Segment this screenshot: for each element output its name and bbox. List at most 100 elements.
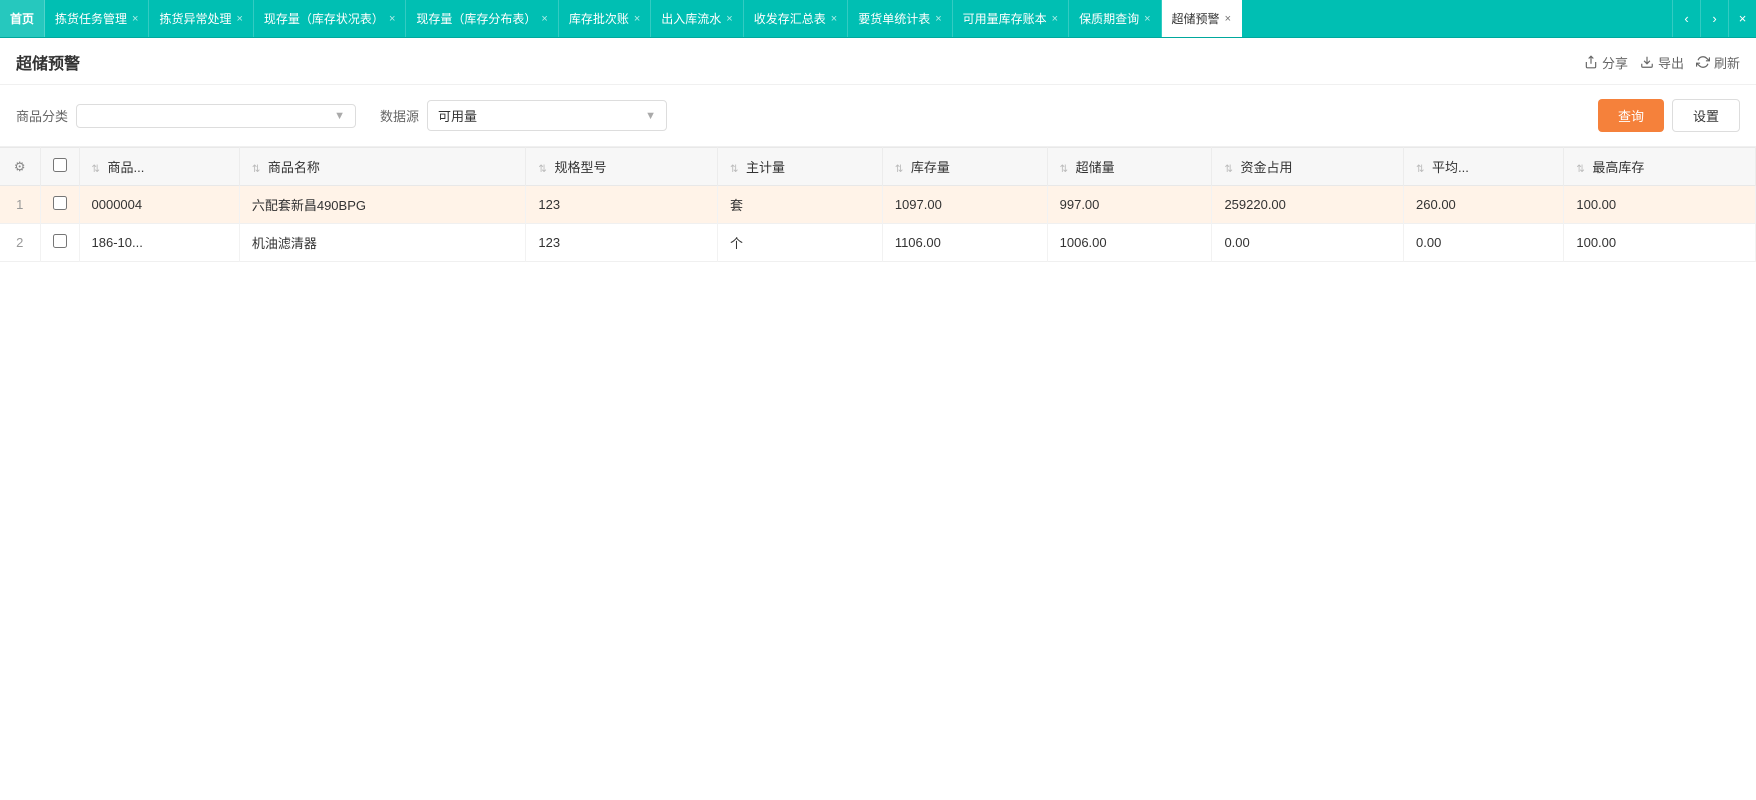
- row-num: 1: [0, 186, 40, 224]
- datasource-select[interactable]: 可用量 ▼: [427, 100, 667, 131]
- datasource-dropdown-icon: ▼: [645, 110, 656, 122]
- nav-tab-7[interactable]: 要货单统计表 ×: [848, 0, 952, 38]
- row-product-name: 六配套新昌490BPG: [239, 186, 526, 224]
- row-checkbox[interactable]: [53, 234, 67, 248]
- nav-tab-5[interactable]: 出入库流水 ×: [651, 0, 743, 38]
- nav-tab-2-close[interactable]: ×: [389, 13, 395, 25]
- select-all-checkbox[interactable]: [53, 158, 67, 172]
- nav-tab-10-close[interactable]: ×: [1225, 13, 1231, 25]
- nav-tab-6[interactable]: 收发存汇总表 ×: [744, 0, 848, 38]
- share-label: 分享: [1602, 53, 1628, 72]
- row-unit: 个: [718, 224, 883, 262]
- export-label: 导出: [1658, 53, 1684, 72]
- nav-tab-3[interactable]: 现存量（库存分布表） ×: [406, 0, 558, 38]
- nav-tab-2-label: 现存量（库存状况表）: [264, 10, 384, 27]
- th-stock[interactable]: ⇅ 库存量: [882, 148, 1047, 186]
- category-filter-group: 商品分类 ▼: [16, 104, 356, 128]
- nav-tab-10[interactable]: 超储预警 ×: [1162, 0, 1242, 38]
- category-label: 商品分类: [16, 106, 68, 125]
- nav-tab-3-close[interactable]: ×: [541, 13, 547, 25]
- sort-icon-code: ⇅: [92, 164, 100, 175]
- col-label-max: 最高库存: [1592, 160, 1644, 175]
- header-actions: 分享 导出 刷新: [1584, 53, 1740, 72]
- nav-tab-8[interactable]: 可用量库存账本 ×: [953, 0, 1069, 38]
- col-label-stock: 库存量: [911, 160, 950, 175]
- th-max-stock[interactable]: ⇅ 最高库存: [1564, 148, 1756, 186]
- nav-close-btn[interactable]: ×: [1728, 0, 1756, 38]
- nav-tab-6-label: 收发存汇总表: [754, 10, 826, 27]
- data-table: ⚙ ⇅ 商品... ⇅ 商品名称 ⇅ 规格型号: [0, 147, 1756, 262]
- nav-right-arrow[interactable]: ›: [1700, 0, 1728, 38]
- nav-tab-0[interactable]: 拣货任务管理 ×: [45, 0, 149, 38]
- col-label-unit: 主计量: [746, 160, 785, 175]
- table-container: ⚙ ⇅ 商品... ⇅ 商品名称 ⇅ 规格型号: [0, 147, 1756, 262]
- table-body: 1 0000004 六配套新昌490BPG 123 套 1097.00 997.…: [0, 186, 1756, 262]
- gear-icon[interactable]: ⚙: [14, 159, 26, 174]
- sort-icon-capital: ⇅: [1224, 164, 1232, 175]
- nav-tab-9-close[interactable]: ×: [1144, 13, 1150, 25]
- row-capital: 259220.00: [1212, 186, 1404, 224]
- th-product-code[interactable]: ⇅ 商品...: [79, 148, 239, 186]
- table-row: 2 186-10... 机油滤清器 123 个 1106.00 1006.00 …: [0, 224, 1756, 262]
- col-label-overflow: 超储量: [1076, 160, 1115, 175]
- filter-row: 商品分类 ▼ 数据源 可用量 ▼ 查询 设置: [0, 85, 1756, 147]
- row-max-stock: 100.00: [1564, 186, 1756, 224]
- query-button[interactable]: 查询: [1598, 99, 1664, 132]
- row-checkbox[interactable]: [53, 196, 67, 210]
- datasource-value: 可用量: [438, 106, 477, 125]
- settings-button[interactable]: 设置: [1672, 99, 1740, 132]
- th-capital[interactable]: ⇅ 资金占用: [1212, 148, 1404, 186]
- nav-tab-2[interactable]: 现存量（库存状况表） ×: [254, 0, 406, 38]
- refresh-label: 刷新: [1714, 53, 1740, 72]
- row-num: 2: [0, 224, 40, 262]
- th-unit[interactable]: ⇅ 主计量: [718, 148, 883, 186]
- sort-icon-overflow: ⇅: [1060, 164, 1068, 175]
- row-stock: 1097.00: [882, 186, 1047, 224]
- row-max-stock: 100.00: [1564, 224, 1756, 262]
- th-spec[interactable]: ⇅ 规格型号: [526, 148, 718, 186]
- col-label-spec: 规格型号: [554, 160, 606, 175]
- col-label-code: 商品...: [108, 160, 145, 175]
- th-avg[interactable]: ⇅ 平均...: [1404, 148, 1564, 186]
- share-button[interactable]: 分享: [1584, 53, 1628, 72]
- nav-tab-6-close[interactable]: ×: [831, 13, 837, 25]
- sort-icon-spec: ⇅: [538, 164, 546, 175]
- home-label: 首页: [10, 10, 34, 27]
- sort-icon-max: ⇅: [1576, 164, 1584, 175]
- th-product-name[interactable]: ⇅ 商品名称: [239, 148, 526, 186]
- row-stock: 1106.00: [882, 224, 1047, 262]
- row-checkbox-cell: [40, 224, 79, 262]
- nav-tab-7-close[interactable]: ×: [935, 13, 941, 25]
- nav-tab-5-close[interactable]: ×: [726, 13, 732, 25]
- nav-tab-9-label: 保质期查询: [1079, 10, 1139, 27]
- row-overflow: 997.00: [1047, 186, 1212, 224]
- col-label-capital: 资金占用: [1240, 160, 1292, 175]
- nav-tab-1[interactable]: 拣货异常处理 ×: [149, 0, 253, 38]
- export-icon: [1640, 55, 1654, 69]
- row-spec: 123: [526, 186, 718, 224]
- row-product-name: 机油滤清器: [239, 224, 526, 262]
- nav-arrows: ‹ › ×: [1672, 0, 1756, 38]
- nav-tab-9[interactable]: 保质期查询 ×: [1069, 0, 1161, 38]
- nav-tab-0-close[interactable]: ×: [132, 13, 138, 25]
- export-button[interactable]: 导出: [1640, 53, 1684, 72]
- category-select[interactable]: ▼: [76, 104, 356, 128]
- nav-tab-1-close[interactable]: ×: [236, 13, 242, 25]
- nav-tab-4[interactable]: 库存批次账 ×: [559, 0, 651, 38]
- refresh-button[interactable]: 刷新: [1696, 53, 1740, 72]
- row-avg: 260.00: [1404, 186, 1564, 224]
- row-unit: 套: [718, 186, 883, 224]
- col-label-name: 商品名称: [268, 160, 320, 175]
- nav-tab-10-label: 超储预警: [1172, 10, 1220, 27]
- row-spec: 123: [526, 224, 718, 262]
- row-checkbox-cell: [40, 186, 79, 224]
- nav-left-arrow[interactable]: ‹: [1672, 0, 1700, 38]
- th-overflow[interactable]: ⇅ 超储量: [1047, 148, 1212, 186]
- row-avg: 0.00: [1404, 224, 1564, 262]
- nav-tab-8-close[interactable]: ×: [1052, 13, 1058, 25]
- category-dropdown-icon: ▼: [334, 110, 345, 122]
- sort-icon-unit: ⇅: [730, 164, 738, 175]
- nav-tab-4-close[interactable]: ×: [634, 13, 640, 25]
- sort-icon-stock: ⇅: [895, 164, 903, 175]
- nav-tab-home[interactable]: 首页: [0, 0, 45, 38]
